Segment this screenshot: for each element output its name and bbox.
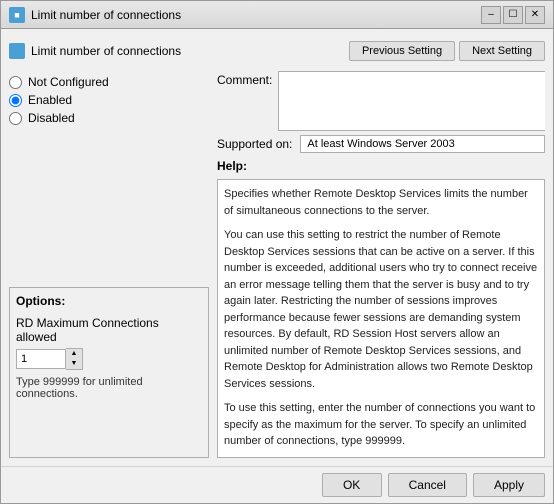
two-column-layout: Not Configured Enabled Disabled Option bbox=[9, 71, 545, 458]
spinner-down-button[interactable]: ▼ bbox=[66, 359, 82, 369]
comment-textarea[interactable] bbox=[278, 71, 545, 131]
options-section: Options: RD Maximum Connections allowed … bbox=[9, 287, 209, 459]
radio-not-configured-input[interactable] bbox=[9, 76, 22, 89]
minimize-button[interactable]: – bbox=[481, 6, 501, 24]
title-bar-left: ■ Limit number of connections bbox=[9, 7, 181, 23]
title-buttons: – ☐ ✕ bbox=[481, 6, 545, 24]
title-bar: ■ Limit number of connections – ☐ ✕ bbox=[1, 1, 553, 29]
radio-enabled[interactable]: Enabled bbox=[9, 93, 209, 107]
help-para-2: You can use this setting to restrict the… bbox=[224, 227, 538, 392]
window-icon: ■ bbox=[9, 7, 25, 23]
help-para-1: Specifies whether Remote Desktop Service… bbox=[224, 186, 538, 219]
previous-setting-button[interactable]: Previous Setting bbox=[349, 41, 455, 61]
options-title: Options: bbox=[16, 294, 202, 308]
close-button[interactable]: ✕ bbox=[525, 6, 545, 24]
right-column: Comment: Supported on: At least Windows … bbox=[217, 71, 545, 458]
radio-disabled-input[interactable] bbox=[9, 112, 22, 125]
spinner-buttons: ▲ ▼ bbox=[66, 348, 83, 370]
window-title: Limit number of connections bbox=[31, 8, 181, 22]
spinner-row: ▲ ▼ bbox=[16, 348, 202, 370]
radio-enabled-label: Enabled bbox=[28, 93, 72, 107]
header-icon bbox=[9, 43, 25, 59]
next-setting-button[interactable]: Next Setting bbox=[459, 41, 545, 61]
cancel-button[interactable]: Cancel bbox=[388, 473, 467, 497]
comment-input-wrapper bbox=[278, 71, 545, 131]
radio-not-configured-label: Not Configured bbox=[28, 75, 109, 89]
help-para-3: To use this setting, enter the number of… bbox=[224, 400, 538, 450]
header-row: Limit number of connections Previous Set… bbox=[9, 37, 545, 65]
radio-not-configured[interactable]: Not Configured bbox=[9, 75, 209, 89]
radio-enabled-input[interactable] bbox=[9, 94, 22, 107]
help-title: Help: bbox=[217, 159, 545, 173]
ok-button[interactable]: OK bbox=[322, 473, 382, 497]
header-buttons: Previous Setting Next Setting bbox=[349, 41, 545, 61]
comment-supported-area: Comment: Supported on: At least Windows … bbox=[217, 71, 545, 153]
maximize-button[interactable]: ☐ bbox=[503, 6, 523, 24]
content-area: Limit number of connections Previous Set… bbox=[1, 29, 553, 466]
radio-disabled[interactable]: Disabled bbox=[9, 111, 209, 125]
comment-row: Comment: bbox=[217, 71, 545, 131]
bottom-bar: OK Cancel Apply bbox=[1, 466, 553, 503]
supported-value: At least Windows Server 2003 bbox=[300, 135, 545, 153]
connections-hint: Type 999999 for unlimited connections. bbox=[16, 376, 202, 400]
supported-label: Supported on: bbox=[217, 137, 292, 151]
apply-button[interactable]: Apply bbox=[473, 473, 545, 497]
spinner-up-button[interactable]: ▲ bbox=[66, 349, 82, 359]
help-content: Specifies whether Remote Desktop Service… bbox=[224, 186, 538, 458]
help-para-4: If the status is set to Enabled, the max… bbox=[224, 458, 538, 459]
connections-spinner-input[interactable] bbox=[16, 349, 66, 369]
radio-disabled-label: Disabled bbox=[28, 111, 75, 125]
supported-row: Supported on: At least Windows Server 20… bbox=[217, 135, 545, 153]
radio-group: Not Configured Enabled Disabled bbox=[9, 71, 209, 129]
help-text-box[interactable]: Specifies whether Remote Desktop Service… bbox=[217, 179, 545, 458]
help-area: Help: Specifies whether Remote Desktop S… bbox=[217, 159, 545, 458]
main-window: ■ Limit number of connections – ☐ ✕ Limi… bbox=[0, 0, 554, 504]
comment-label: Comment: bbox=[217, 71, 272, 87]
rd-connections-label: RD Maximum Connections allowed bbox=[16, 316, 202, 344]
header-title-text: Limit number of connections bbox=[31, 44, 181, 58]
header-title: Limit number of connections bbox=[9, 43, 181, 59]
left-column: Not Configured Enabled Disabled Option bbox=[9, 71, 209, 458]
